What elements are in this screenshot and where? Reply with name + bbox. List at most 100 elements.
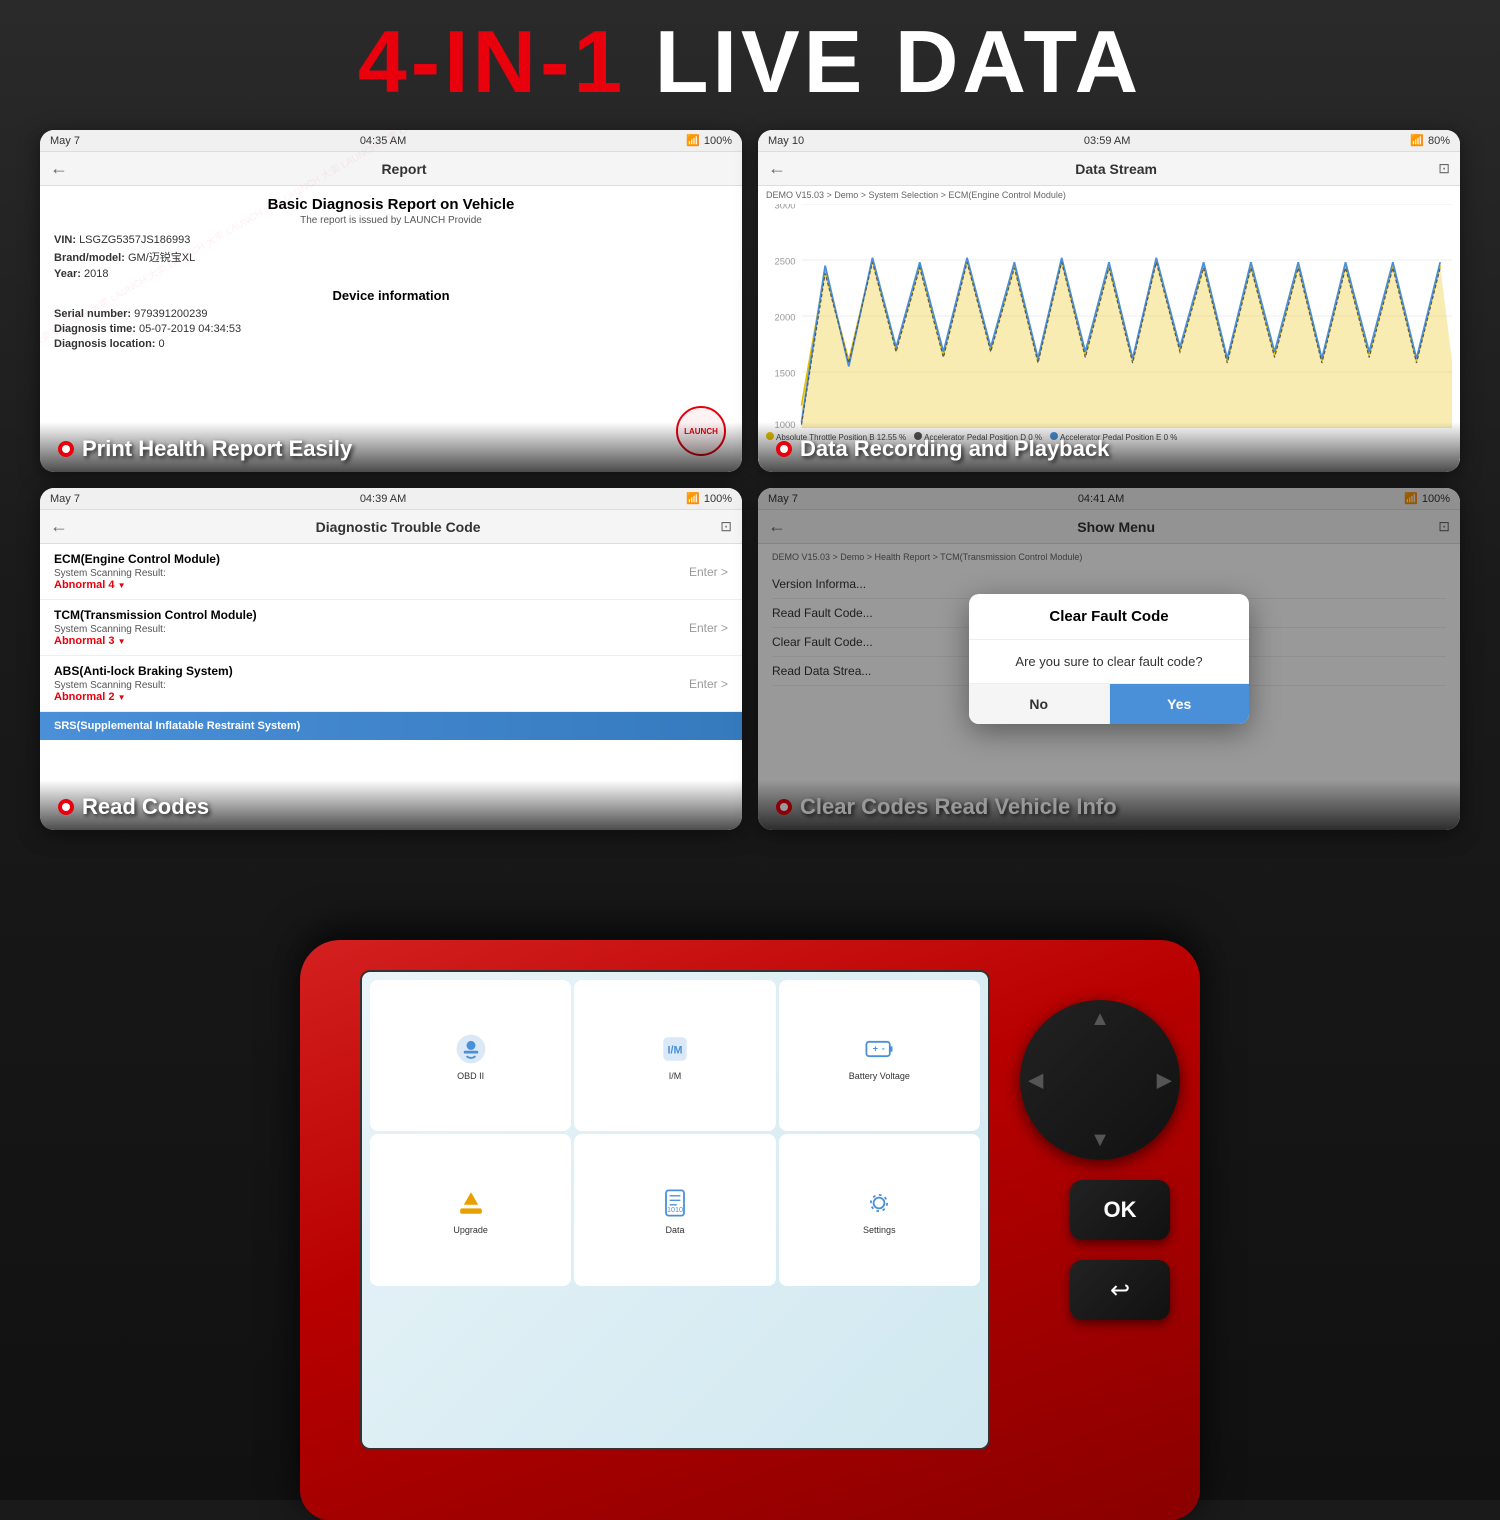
tcm-abnormal: Abnormal 3: [54, 635, 118, 647]
modal-no-button[interactable]: No: [969, 684, 1110, 724]
back-button[interactable]: ↩: [1070, 1260, 1170, 1320]
abs-enter[interactable]: Enter >: [689, 677, 728, 691]
dtc-item-srs[interactable]: SRS(Supplemental Inflatable Restraint Sy…: [40, 712, 742, 740]
dpad-right-arrow[interactable]: ▶: [1157, 1068, 1172, 1093]
label-bullet-inner-tl: [62, 445, 70, 453]
diag-time-label: Diagnosis time:: [54, 323, 136, 335]
quadrant-report: May 7 04:35 AM 📶 100% ← Report 大卖 LAUNCH…: [40, 130, 742, 472]
svg-text:1010: 1010: [667, 1205, 683, 1214]
status-icons-tr: 📶 80%: [1410, 134, 1450, 147]
ecm-module-name: ECM(Engine Control Module): [54, 552, 220, 566]
status-bar-tl: May 7 04:35 AM 📶 100%: [40, 130, 742, 152]
battery-icon-bl: 100%: [704, 493, 732, 505]
year-value: 2018: [84, 268, 108, 280]
svg-text:2000: 2000: [775, 313, 796, 323]
battery-icon-tl: 100%: [704, 135, 732, 147]
dpad-left-arrow[interactable]: ◀: [1028, 1068, 1043, 1093]
quadrant-showmenu: May 7 04:41 AM 📶 100% ← Show Menu ⊡ DEMO…: [758, 488, 1460, 830]
dpad-circle: ▲ ▼ ◀ ▶: [1020, 1000, 1180, 1160]
label-bullet-inner-tr: [780, 445, 788, 453]
abs-abnormal: Abnormal 2: [54, 691, 118, 703]
screen-cell-obdii[interactable]: OBD II: [370, 980, 571, 1131]
hero-title-highlight: 4-IN-1: [358, 12, 627, 111]
svg-text:1500: 1500: [775, 369, 796, 379]
device-section: OBD II I/M I/M + - Batter: [0, 820, 1500, 1500]
back-arrow-tr[interactable]: ←: [768, 158, 786, 179]
svg-text:I/M: I/M: [667, 1044, 682, 1056]
ecm-enter[interactable]: Enter >: [689, 565, 728, 579]
ok-button[interactable]: OK: [1070, 1180, 1170, 1240]
label-bullet-tl: [58, 441, 74, 457]
screen-cell-battery[interactable]: + - Battery Voltage: [779, 980, 980, 1131]
back-arrow-bl[interactable]: ←: [50, 516, 68, 537]
dpad-up-arrow[interactable]: ▲: [1090, 1008, 1110, 1031]
dtc-item-abs[interactable]: ABS(Anti-lock Braking System) System Sca…: [40, 656, 742, 712]
dtc-item-tcm-left: TCM(Transmission Control Module) System …: [54, 608, 257, 647]
menu-icon-tr[interactable]: ⊡: [1438, 160, 1450, 177]
screen-cell-data[interactable]: 1010 Data: [574, 1134, 775, 1285]
chart-breadcrumb: DEMO V15.03 > Demo > System Selection > …: [766, 190, 1452, 200]
dpad-down-arrow[interactable]: ▼: [1090, 1129, 1110, 1152]
tcm-scan-result: System Scanning Result:: [54, 624, 257, 635]
settings-icon: [861, 1185, 897, 1221]
abs-triangle: ▼: [118, 693, 126, 702]
chart-svg-container: 3000 2500 2000 1500 1000 0 10 20: [766, 204, 1452, 428]
label-text-tl: Print Health Report Easily: [82, 436, 352, 462]
status-time-tr: 03:59 AM: [1084, 135, 1130, 147]
screen-cell-settings[interactable]: Settings: [779, 1134, 980, 1285]
hero-title-section: 4-IN-1 LIVE DATA: [0, 18, 1500, 106]
app-header-bl: ← Diagnostic Trouble Code ⊡: [40, 510, 742, 544]
hero-title-main: LIVE DATA: [626, 12, 1142, 111]
brand-value: GM/迈锐宝XL: [128, 252, 195, 264]
serial-value: 979391200239: [134, 308, 207, 320]
quadrant-datastream: May 10 03:59 AM 📶 80% ← Data Stream ⊡ DE…: [758, 130, 1460, 472]
label-bullet-inner-bl: [62, 803, 70, 811]
status-bar-tr: May 10 03:59 AM 📶 80%: [758, 130, 1460, 152]
throttle-fill: [801, 260, 1452, 428]
clear-fault-modal: Clear Fault Code Are you sure to clear f…: [969, 594, 1249, 724]
settings-label: Settings: [863, 1225, 896, 1235]
dtc-item-ecm[interactable]: ECM(Engine Control Module) System Scanni…: [40, 544, 742, 600]
wifi-icon-bl: 📶: [686, 492, 700, 505]
vin-value: LSGZG5357JS186993: [79, 234, 190, 246]
report-subtitle: The report is issued by LAUNCH Provide: [54, 215, 728, 226]
report-brand: Brand/model: GM/迈锐宝XL: [54, 249, 728, 265]
obdii-label: OBD II: [457, 1071, 484, 1081]
upgrade-label: Upgrade: [453, 1225, 488, 1235]
label-text-bl: Read Codes: [82, 794, 209, 820]
wifi-icon: 📶: [686, 134, 700, 147]
dtc-item-tcm[interactable]: TCM(Transmission Control Module) System …: [40, 600, 742, 656]
status-icons-bl: 📶 100%: [686, 492, 732, 505]
dtc-item-ecm-left: ECM(Engine Control Module) System Scanni…: [54, 552, 220, 591]
upgrade-icon: [453, 1185, 489, 1221]
modal-buttons: No Yes: [969, 683, 1249, 724]
abs-scan-result: System Scanning Result:: [54, 680, 233, 691]
tcm-module-name: TCM(Transmission Control Module): [54, 608, 257, 622]
data-icon: 1010: [657, 1185, 693, 1221]
dtc-item-abs-left: ABS(Anti-lock Braking System) System Sca…: [54, 664, 233, 703]
brand-label: Brand/model:: [54, 252, 125, 264]
diag-time-value: 05-07-2019 04:34:53: [139, 323, 241, 335]
ecm-scan-result: System Scanning Result:: [54, 568, 220, 579]
dpad-area: ▲ ▼ ◀ ▶: [1020, 1000, 1180, 1160]
quadrants-grid: May 7 04:35 AM 📶 100% ← Report 大卖 LAUNCH…: [40, 130, 1460, 830]
modal-message: Are you sure to clear fault code?: [969, 640, 1249, 683]
modal-yes-button[interactable]: Yes: [1110, 684, 1250, 724]
status-date-bl: May 7: [50, 493, 80, 505]
back-arrow-tl[interactable]: ←: [50, 158, 68, 179]
screen-cell-im[interactable]: I/M I/M: [574, 980, 775, 1131]
tcm-enter[interactable]: Enter >: [689, 621, 728, 635]
app-header-tl: ← Report: [40, 152, 742, 186]
svg-text:2500: 2500: [775, 257, 796, 267]
report-diag-time: Diagnosis time: 05-07-2019 04:34:53: [54, 323, 728, 335]
screen-cell-upgrade[interactable]: Upgrade: [370, 1134, 571, 1285]
svg-text:3000: 3000: [775, 204, 796, 210]
quadrant-dtc: May 7 04:39 AM 📶 100% ← Diagnostic Troub…: [40, 488, 742, 830]
obdii-icon: [453, 1031, 489, 1067]
menu-icon-bl[interactable]: ⊡: [720, 518, 732, 535]
battery-label: Battery Voltage: [849, 1071, 910, 1081]
dtc-content: ECM(Engine Control Module) System Scanni…: [40, 544, 742, 790]
svg-text:+: +: [873, 1043, 878, 1053]
battery-icon-tr: 80%: [1428, 135, 1450, 147]
report-content: Basic Diagnosis Report on Vehicle The re…: [40, 186, 742, 413]
